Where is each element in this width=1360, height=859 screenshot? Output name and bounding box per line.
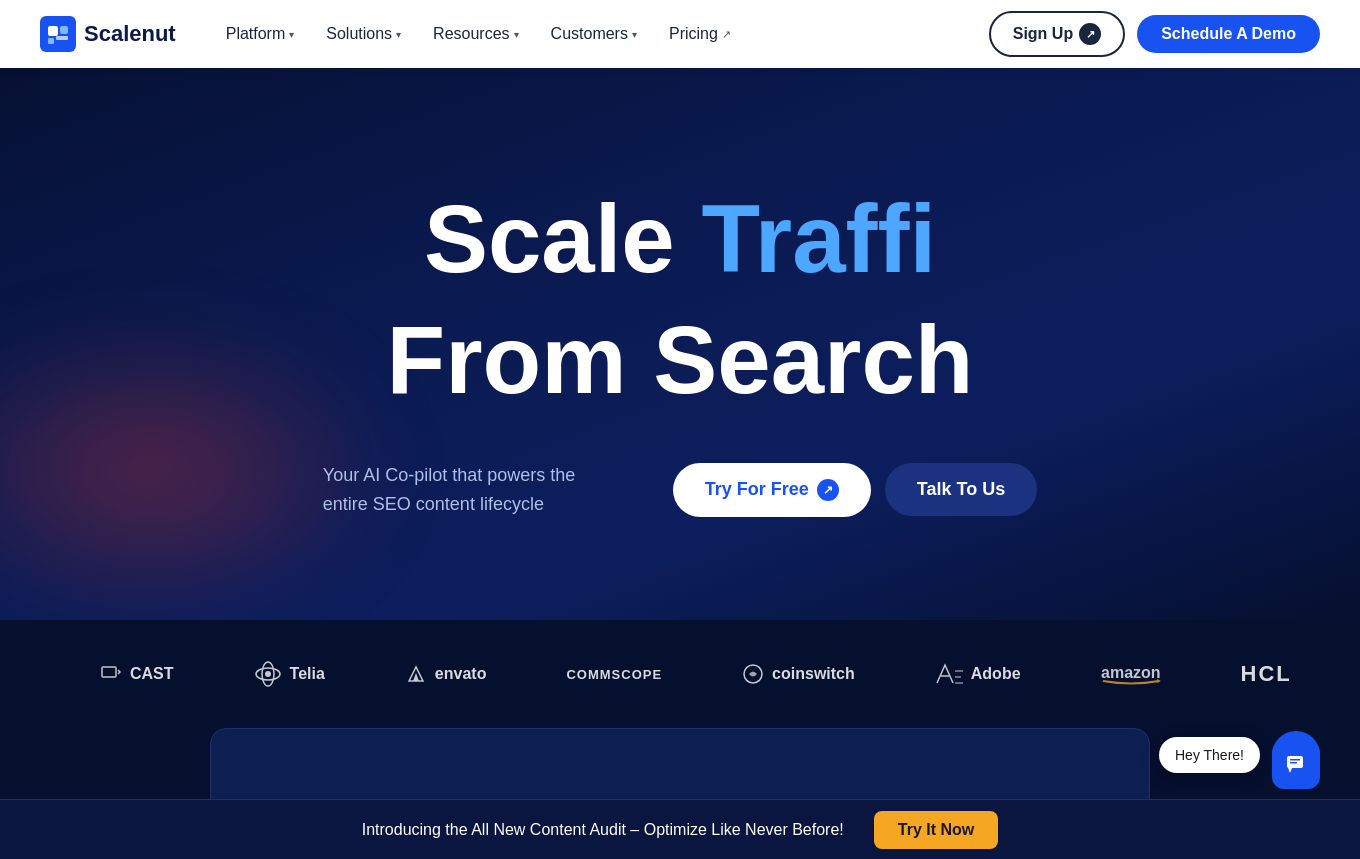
hero-title-line1: Scale Traffi	[323, 189, 1037, 290]
chat-widget: Hey There!	[1159, 731, 1320, 779]
svg-rect-1	[48, 26, 58, 36]
envato-icon	[405, 663, 427, 685]
svg-rect-16	[1290, 759, 1300, 761]
scalenut-logo-icon	[40, 16, 76, 52]
try-for-free-button[interactable]: Try For Free ↗	[673, 463, 871, 517]
signup-arrow-icon: ↗	[1079, 23, 1101, 45]
hero-section: Scale Traffi From Search Your AI Co-pilo…	[0, 0, 1360, 620]
svg-rect-5	[102, 667, 116, 677]
try-it-now-button[interactable]: Try It Now	[874, 811, 998, 849]
nav-links: Platform ▾ Solutions ▾ Resources ▾ Custo…	[212, 17, 745, 51]
hero-content: Scale Traffi From Search Your AI Co-pilo…	[283, 129, 1077, 558]
cast-logo: CAST	[60, 663, 214, 685]
telia-icon	[254, 660, 282, 688]
amazon-icon: amazon	[1101, 663, 1161, 685]
adobe-icon	[935, 663, 963, 685]
commscope-logo: COMMSCOPE	[526, 667, 702, 682]
chat-bubble: Hey There!	[1159, 737, 1260, 773]
logos-bar: CAST Telia envato COMMSCOPE coinswitch	[0, 620, 1360, 728]
try-free-arrow-icon: ↗	[817, 479, 839, 501]
signup-button[interactable]: Sign Up ↗	[989, 11, 1125, 57]
hero-buttons: Try For Free ↗ Talk To Us	[673, 463, 1037, 517]
svg-rect-17	[1290, 762, 1297, 764]
cast-icon	[100, 663, 122, 685]
svg-rect-2	[60, 26, 68, 34]
bottom-banner: Introducing the All New Content Audit – …	[0, 799, 1360, 859]
hero-bottom: Your AI Co-pilot that powers the entire …	[323, 461, 1037, 519]
svg-marker-10	[413, 673, 419, 681]
hcl-logo: HCL	[1201, 661, 1332, 687]
svg-rect-4	[56, 36, 68, 40]
chat-action-button[interactable]	[1272, 741, 1320, 789]
logo-link[interactable]: Scalenut	[40, 16, 176, 52]
adobe-logo: Adobe	[895, 663, 1061, 685]
solutions-chevron: ▾	[396, 29, 401, 40]
svg-text:amazon: amazon	[1101, 664, 1161, 681]
customers-chevron: ▾	[632, 29, 637, 40]
logo-text: Scalenut	[84, 21, 176, 47]
talk-to-us-button[interactable]: Talk To Us	[885, 463, 1037, 516]
resources-chevron: ▾	[514, 29, 519, 40]
nav-platform[interactable]: Platform ▾	[212, 17, 309, 51]
coinswitch-logo: coinswitch	[702, 663, 895, 685]
coinswitch-icon	[742, 663, 764, 685]
nav-right: Sign Up ↗ Schedule A Demo	[989, 11, 1320, 57]
nav-left: Scalenut Platform ▾ Solutions ▾ Resource…	[40, 16, 745, 52]
svg-point-8	[265, 671, 271, 677]
we-logo: we	[1332, 663, 1360, 686]
banner-text: Introducing the All New Content Audit – …	[362, 821, 844, 839]
schedule-demo-button[interactable]: Schedule A Demo	[1137, 15, 1320, 53]
platform-chevron: ▾	[289, 29, 294, 40]
telia-logo: Telia	[214, 660, 365, 688]
amazon-logo: amazon	[1061, 663, 1201, 685]
pricing-external: ↗	[722, 28, 731, 41]
envato-logo: envato	[365, 663, 527, 685]
nav-customers[interactable]: Customers ▾	[537, 17, 651, 51]
nav-solutions[interactable]: Solutions ▾	[312, 17, 415, 51]
navbar: Scalenut Platform ▾ Solutions ▾ Resource…	[0, 0, 1360, 68]
nav-resources[interactable]: Resources ▾	[419, 17, 532, 51]
svg-rect-3	[48, 38, 54, 44]
hero-title-line2: From Search	[323, 310, 1037, 411]
nav-pricing[interactable]: Pricing ↗	[655, 17, 745, 51]
chat-square-icon	[1284, 753, 1308, 777]
hero-subtext: Your AI Co-pilot that powers the entire …	[323, 461, 613, 519]
